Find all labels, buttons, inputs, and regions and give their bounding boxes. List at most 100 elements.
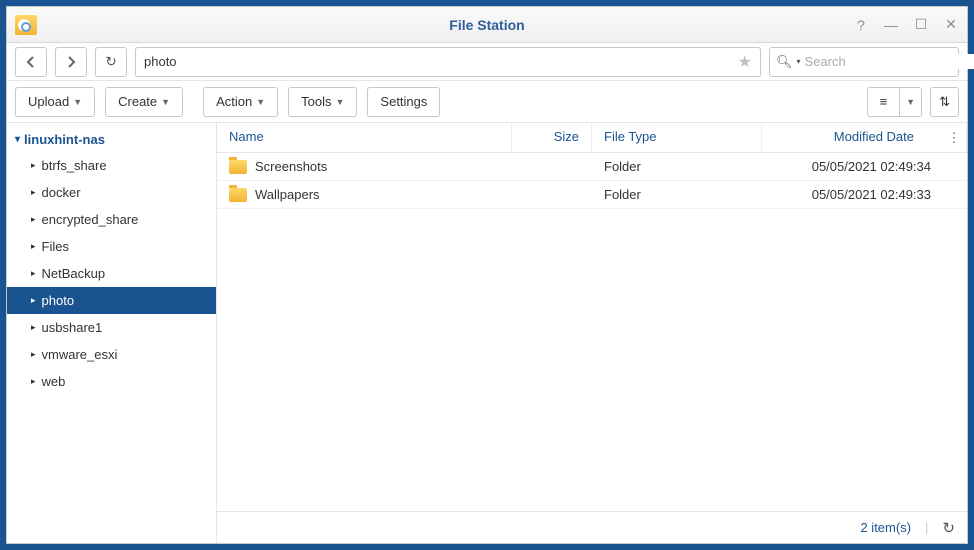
path-field-wrapper: ★ xyxy=(135,47,761,77)
col-header-date[interactable]: Modified Date xyxy=(762,123,942,152)
chevron-right-icon: ▸ xyxy=(31,187,36,198)
tools-button[interactable]: Tools ▼ xyxy=(288,87,357,117)
col-header-name[interactable]: Name xyxy=(217,123,512,152)
content: ▾ linuxhint-nas ▸ btrfs_share ▸ docker ▸ encr… xyxy=(7,123,967,543)
titlebar: File Station ? — ☐ ✕ xyxy=(7,7,967,43)
caret-down-icon: ▼ xyxy=(336,97,345,107)
chevron-right-icon: ▸ xyxy=(31,268,36,279)
sidebar-item-usbshare1[interactable]: ▸ usbshare1 xyxy=(7,314,216,341)
caret-down-icon: ▼ xyxy=(906,97,915,107)
chevron-right-icon: ▸ xyxy=(31,295,36,306)
settings-button[interactable]: Settings xyxy=(367,87,440,117)
refresh-icon: ↻ xyxy=(105,54,116,70)
file-type: Folder xyxy=(592,187,762,202)
app-icon xyxy=(15,15,37,35)
sort-button[interactable]: ⇅ xyxy=(930,87,959,117)
columns-menu-icon[interactable]: ⋮ xyxy=(942,123,967,152)
col-header-size[interactable]: Size xyxy=(512,123,592,152)
sidebar-item-vmware-esxi[interactable]: ▸ vmware_esxi xyxy=(7,341,216,368)
upload-button[interactable]: Upload ▼ xyxy=(15,87,95,117)
caret-down-icon: ▼ xyxy=(161,97,170,107)
tree-root[interactable]: ▾ linuxhint-nas xyxy=(7,127,216,152)
action-button[interactable]: Action ▼ xyxy=(203,87,278,117)
chevron-right-icon xyxy=(66,56,76,68)
sidebar-item-label: btrfs_share xyxy=(42,158,107,173)
file-date: 05/05/2021 02:49:34 xyxy=(762,159,967,174)
file-station-window: File Station ? — ☐ ✕ ↻ ★ 🔍︎ ▾ Upload ▼ Cr… xyxy=(6,6,968,544)
sidebar-item-label: docker xyxy=(42,185,81,200)
file-name: Screenshots xyxy=(255,159,327,174)
navbar: ↻ ★ 🔍︎ ▾ xyxy=(7,43,967,81)
column-headers: Name Size File Type Modified Date ⋮ xyxy=(217,123,967,153)
refresh-button[interactable]: ↻ xyxy=(95,47,127,77)
close-button[interactable]: ✕ xyxy=(943,17,959,33)
toolbar: Upload▼ Create▼ Action▼ Tools▼ Settings … xyxy=(7,81,967,123)
main-panel: Name Size File Type Modified Date ⋮ Scre… xyxy=(217,123,967,543)
toolbar-right: ≡ ▼ ⇅ xyxy=(867,87,959,117)
sidebar-item-btrfs-share[interactable]: ▸ btrfs_share xyxy=(7,152,216,179)
tools-label: Tools xyxy=(301,94,331,109)
settings-label: Settings xyxy=(380,94,427,109)
sidebar-item-label: web xyxy=(42,374,66,389)
root-label: linuxhint-nas xyxy=(24,132,105,147)
list-icon: ≡ xyxy=(880,94,888,109)
chevron-right-icon: ▸ xyxy=(31,160,36,171)
view-mode-dropdown[interactable]: ▼ xyxy=(900,87,922,117)
col-header-type[interactable]: File Type xyxy=(592,123,762,152)
statusbar-divider: | xyxy=(925,520,928,535)
sidebar-item-label: usbshare1 xyxy=(42,320,103,335)
action-label: Action xyxy=(216,94,252,109)
create-button[interactable]: Create ▼ xyxy=(105,87,183,117)
file-name: Wallpapers xyxy=(255,187,320,202)
folder-icon xyxy=(229,188,247,202)
forward-button[interactable] xyxy=(55,47,87,77)
sidebar: ▾ linuxhint-nas ▸ btrfs_share ▸ docker ▸ encr… xyxy=(7,123,217,543)
sidebar-item-photo[interactable]: ▸ photo xyxy=(7,287,216,314)
view-mode-group: ≡ ▼ xyxy=(867,87,923,117)
chevron-right-icon: ▸ xyxy=(31,322,36,333)
folder-icon xyxy=(229,160,247,174)
minimize-button[interactable]: — xyxy=(883,17,899,33)
sidebar-item-netbackup[interactable]: ▸ NetBackup xyxy=(7,260,216,287)
path-input[interactable] xyxy=(144,54,738,69)
table-row[interactable]: Wallpapers Folder05/05/2021 02:49:33 xyxy=(217,181,967,209)
search-box: 🔍︎ ▾ xyxy=(769,47,959,77)
sidebar-item-label: NetBackup xyxy=(42,266,106,281)
window-controls: ? — ☐ ✕ xyxy=(853,17,959,33)
upload-label: Upload xyxy=(28,94,69,109)
maximize-button[interactable]: ☐ xyxy=(913,17,929,33)
window-title: File Station xyxy=(7,17,967,33)
help-icon[interactable]: ? xyxy=(853,17,869,33)
sidebar-item-label: vmware_esxi xyxy=(42,347,118,362)
sidebar-item-label: Files xyxy=(42,239,69,254)
sidebar-item-web[interactable]: ▸ web xyxy=(7,368,216,395)
back-button[interactable] xyxy=(15,47,47,77)
sidebar-item-label: photo xyxy=(42,293,75,308)
chevron-left-icon xyxy=(26,56,36,68)
chevron-right-icon: ▸ xyxy=(31,349,36,360)
table-row[interactable]: Screenshots Folder05/05/2021 02:49:34 xyxy=(217,153,967,181)
sort-icon: ⇅ xyxy=(939,94,950,110)
search-dropdown-icon[interactable]: ▾ xyxy=(797,57,801,66)
file-date: 05/05/2021 02:49:33 xyxy=(762,187,967,202)
refresh-icon[interactable]: ↻ xyxy=(942,519,955,537)
statusbar: 2 item(s) | ↻ xyxy=(217,511,967,543)
chevron-right-icon: ▸ xyxy=(31,376,36,387)
list-view-button[interactable]: ≡ xyxy=(867,87,901,117)
sidebar-item-docker[interactable]: ▸ docker xyxy=(7,179,216,206)
file-list: Screenshots Folder05/05/2021 02:49:34 Wall… xyxy=(217,153,967,511)
chevron-right-icon: ▸ xyxy=(31,214,36,225)
create-label: Create xyxy=(118,94,157,109)
chevron-down-icon: ▾ xyxy=(15,134,20,145)
search-input[interactable] xyxy=(805,54,974,69)
item-count: 2 item(s) xyxy=(860,520,911,535)
sidebar-item-encrypted-share[interactable]: ▸ encrypted_share xyxy=(7,206,216,233)
search-icon: 🔍︎ xyxy=(776,54,793,70)
sidebar-item-label: encrypted_share xyxy=(42,212,139,227)
file-type: Folder xyxy=(592,159,762,174)
sidebar-item-files[interactable]: ▸ Files xyxy=(7,233,216,260)
chevron-right-icon: ▸ xyxy=(31,241,36,252)
caret-down-icon: ▼ xyxy=(73,97,82,107)
favorite-icon[interactable]: ★ xyxy=(738,52,752,72)
caret-down-icon: ▼ xyxy=(256,97,265,107)
